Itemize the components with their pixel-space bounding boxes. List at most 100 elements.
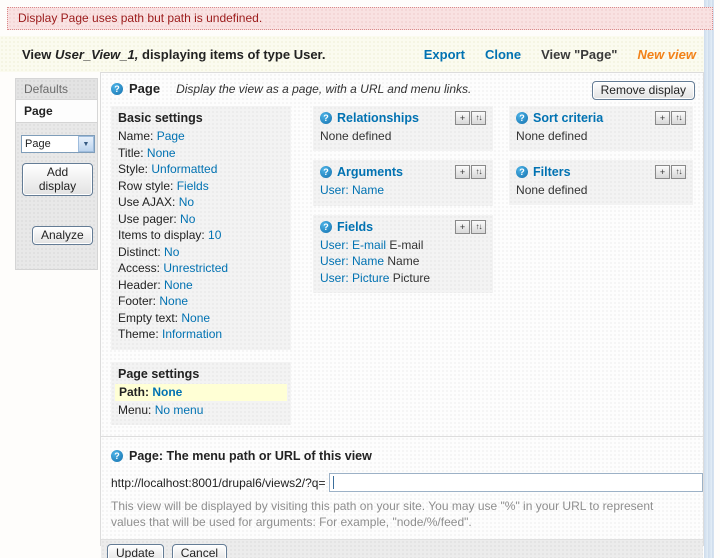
field-item: User: Picture Picture [320,270,431,285]
filters-box: ? Filters + ↑↓ None defined [509,160,693,205]
add-icon[interactable]: + [455,219,471,234]
add-display-button[interactable]: Add display [22,163,93,196]
help-icon[interactable]: ? [111,82,123,95]
field-item: User: Name Name [320,254,420,268]
setting-row: Header: None [118,277,193,292]
setting-empty-text-link[interactable]: None [181,311,210,325]
analyze-button[interactable]: Analyze [32,226,93,245]
help-icon[interactable]: ? [320,220,333,233]
relationships-controls: + ↑↓ [455,111,487,125]
display-type-select-value: Page [25,138,51,150]
setting-row-style-link[interactable]: Fields [177,179,209,193]
setting-row: Access: Unrestricted [118,261,229,275]
clone-link[interactable]: Clone [485,47,521,62]
export-link[interactable]: Export [424,47,465,62]
rearrange-icon[interactable]: ↑↓ [471,219,487,234]
setting-row: Name: Page [118,129,185,143]
page-edge-decoration [704,0,714,558]
field-picture-link[interactable]: User: Picture [320,271,389,285]
path-help-text: This view will be displayed by visiting … [111,499,654,529]
page-settings-title: Page settings [118,366,200,381]
fields-box: ? Fields + ↑↓ User: E-mail E-mail User: … [313,214,494,293]
menu-value-link[interactable]: No menu [155,403,204,417]
view-title-suffix: displaying items of type User. [142,46,326,62]
rearrange-icon[interactable]: ↑↓ [671,111,686,125]
view-header: View User_View_1, displaying items of ty… [0,36,704,72]
path-value-link[interactable]: None [152,385,182,399]
argument-user-name-link[interactable]: User: Name [320,183,384,197]
setting-footer-link[interactable]: None [159,294,188,308]
text-cursor [333,476,335,489]
page-settings-header: Page settings [118,367,284,381]
help-icon[interactable]: ? [516,112,529,124]
field-email-link[interactable]: User: E-mail [320,238,386,252]
fields-title-link[interactable]: Fields [337,220,450,234]
setting-row: Theme: Information [118,327,223,341]
arguments-controls: + ↑↓ [455,165,487,179]
rearrange-icon[interactable]: ↑↓ [471,111,487,125]
setting-access-link[interactable]: Unrestricted [163,261,228,275]
field-item: User: E-mail E-mail [320,237,424,252]
arguments-box: ? Arguments + ↑↓ User: Name [313,160,494,206]
filters-empty: None defined [516,183,588,197]
field-name-link[interactable]: User: Name [320,254,384,268]
path-url-row: http://localhost:8001/drupal6/views2/?q= [101,473,704,492]
basic-settings-header: Basic settings [118,111,284,125]
add-icon[interactable]: + [655,111,670,125]
path-form-title: Page: The menu path or URL of this view [129,449,372,463]
setting-row: Style: Unformatted [118,162,218,176]
rearrange-icon[interactable]: ↑↓ [471,165,487,179]
path-label: Path: [119,384,149,399]
path-form: ? Page: The menu path or URL of this vie… [101,436,704,558]
menu-setting-row: Menu: No menu [118,402,284,419]
add-icon[interactable]: + [655,165,670,179]
setting-row: Title: None [118,145,176,160]
basic-settings-box: Basic settings Name: Page Title: None St… [111,106,292,350]
help-icon[interactable]: ? [320,166,333,178]
tab-page-label: Page [24,104,53,118]
setting-distinct-link[interactable]: No [164,245,179,259]
tab-page[interactable]: Page [15,99,98,122]
sort-criteria-box: ? Sort criteria + ↑↓ None defined [509,106,693,151]
setting-items-link[interactable]: 10 [208,228,221,242]
filters-title-link[interactable]: Filters [533,165,650,179]
column-middle: ? Relationships + ↑↓ None defined ? Argu… [313,106,494,302]
add-icon[interactable]: + [455,111,471,125]
add-icon[interactable]: + [455,165,471,179]
cancel-button[interactable]: Cancel [171,544,228,558]
setting-pager-link[interactable]: No [180,212,195,226]
display-type-select[interactable]: Page ▼ [21,135,95,153]
path-form-header: ? Page: The menu path or URL of this vie… [101,449,703,463]
relationships-title-link[interactable]: Relationships [337,111,450,125]
column-basic-settings: Basic settings Name: Page Title: None St… [111,106,292,434]
setting-name-link[interactable]: Page [157,129,185,143]
update-button[interactable]: Update [107,544,164,558]
setting-header-link[interactable]: None [164,278,193,292]
error-message-text: Display Page uses path but path is undef… [18,11,263,25]
remove-display-button[interactable]: Remove display [591,81,695,100]
display-description: Display the view as a page, with a URL a… [176,81,472,96]
setting-row: Empty text: None [118,310,211,325]
setting-style-link[interactable]: Unformatted [151,162,217,176]
help-icon[interactable]: ? [516,166,529,178]
arguments-title-link[interactable]: Arguments [337,165,450,179]
tab-defaults[interactable]: Defaults [15,78,98,99]
path-input[interactable] [329,473,704,492]
relationships-empty: None defined [320,129,392,143]
new-view-link[interactable]: New view [637,47,696,62]
view-page-link[interactable]: View "Page" [541,47,617,62]
rearrange-icon[interactable]: ↑↓ [671,165,686,179]
help-icon[interactable]: ? [320,112,333,124]
form-actions: Update Cancel [101,539,703,558]
setting-row: Use AJAX: No [118,195,195,209]
setting-title-link[interactable]: None [147,146,176,160]
sort-criteria-title-link[interactable]: Sort criteria [533,111,650,125]
sort-criteria-empty: None defined [516,129,588,143]
setting-theme-link[interactable]: Information [162,327,222,341]
setting-ajax-link[interactable]: No [179,195,194,209]
view-name: User_View_1, [55,46,139,62]
help-icon[interactable]: ? [111,450,123,462]
path-setting-row: Path: None [115,383,288,401]
setting-row: Items to display: 10 [118,228,222,242]
setting-row: Row style: Fields [118,178,209,193]
